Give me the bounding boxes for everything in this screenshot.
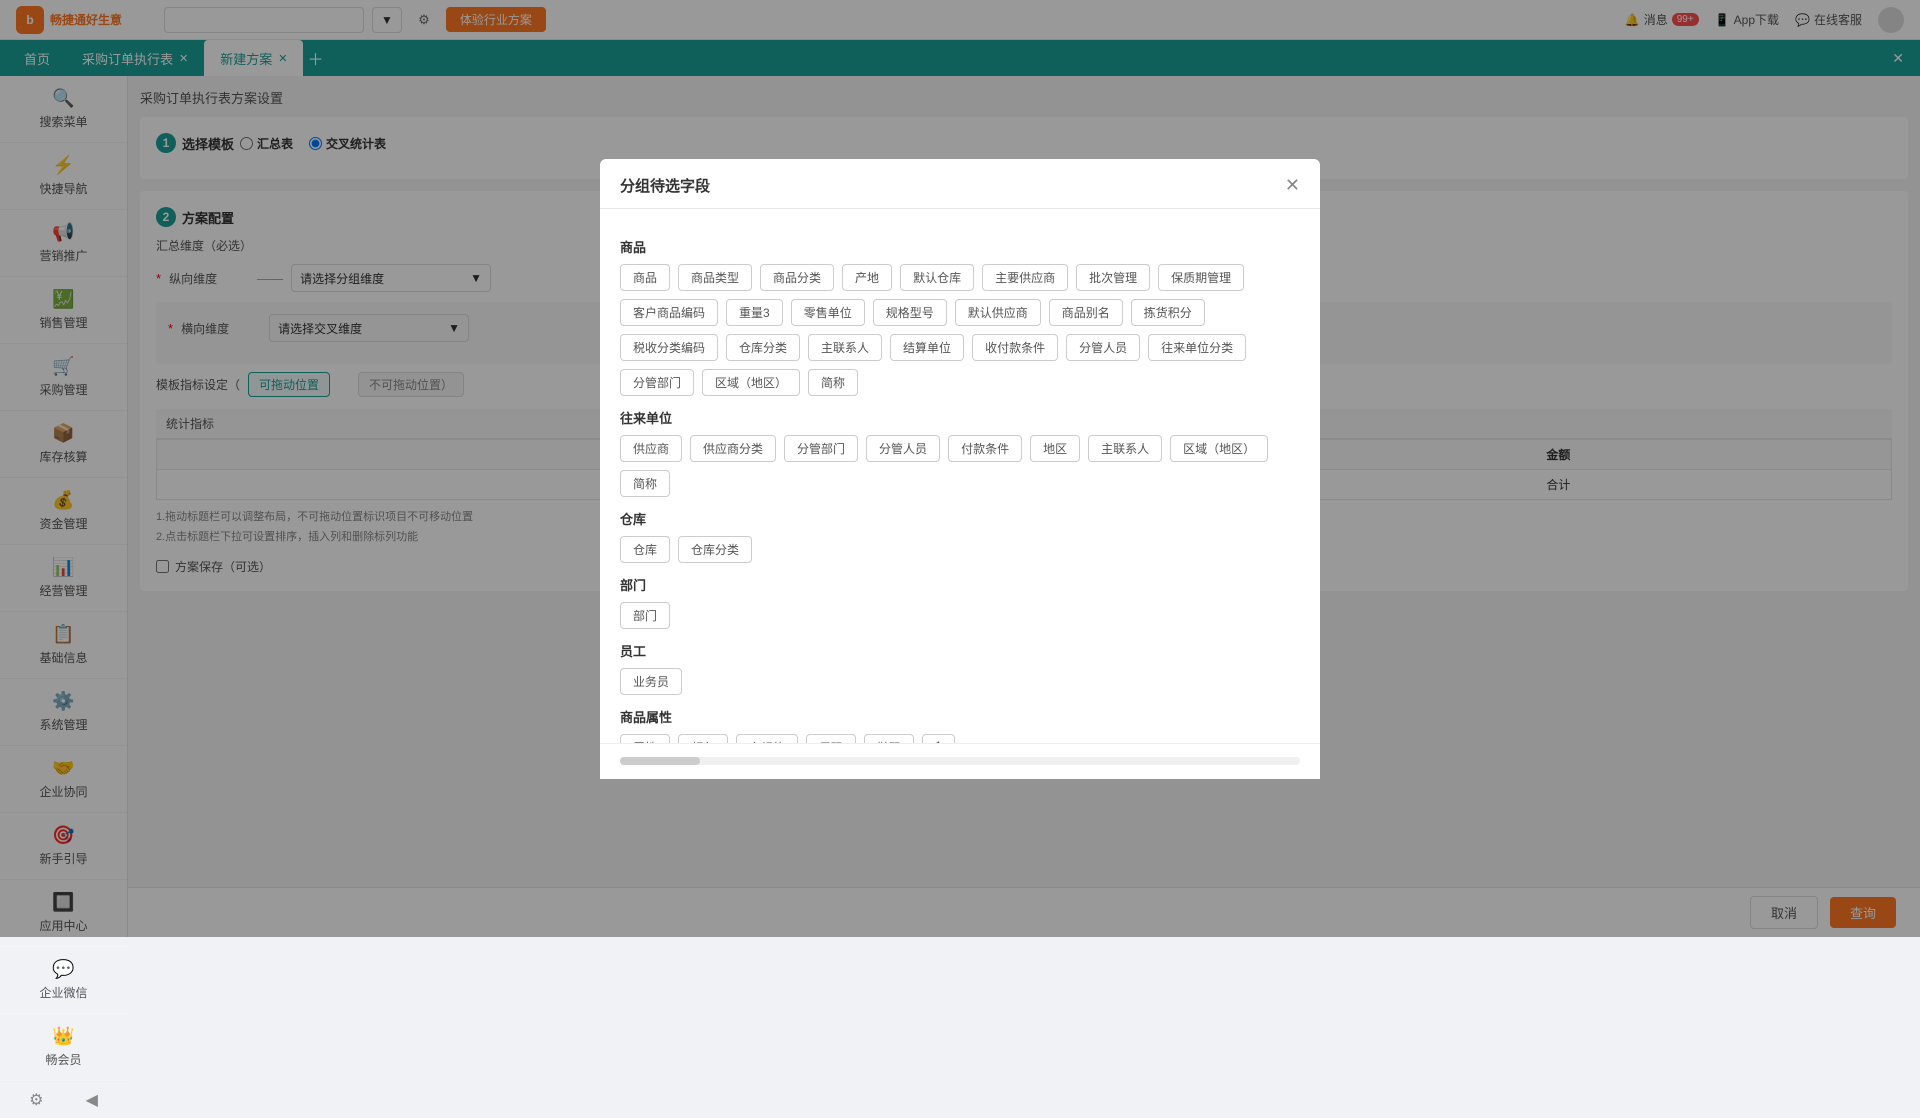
- field-manager-staff[interactable]: 分管人员: [1066, 334, 1140, 361]
- section-title-goods: 商品: [620, 237, 1300, 256]
- modal-close-button[interactable]: ✕: [1285, 175, 1300, 196]
- field-main-contact[interactable]: 主联系人: [808, 334, 882, 361]
- modal-footer-scrollbar[interactable]: [600, 743, 1320, 778]
- field-salesperson[interactable]: 业务员: [620, 668, 682, 695]
- field-payment-terms[interactable]: 收付款条件: [972, 334, 1058, 361]
- section-title-partner: 往来单位: [620, 408, 1300, 427]
- horizontal-scrollbar-thumb: [620, 757, 700, 765]
- field-default-warehouse[interactable]: 默认仓库: [900, 264, 974, 291]
- field-dept-partner[interactable]: 分管部门: [784, 435, 858, 462]
- modal-body[interactable]: 商品 商品 商品类型 商品分类 产地 默认仓库 主要供应商 批次管理 保质期管理…: [600, 209, 1320, 744]
- modal-overlay: 分组待选字段 ✕ 商品 商品 商品类型 商品分类 产地 默认仓库 主要供应商 批…: [0, 0, 1920, 937]
- field-batch-management[interactable]: 批次管理: [1076, 264, 1150, 291]
- modal-header: 分组待选字段 ✕: [600, 159, 1320, 209]
- field-spec-model[interactable]: 规格型号: [873, 299, 947, 326]
- sidebar-item-wechat-label: 企业微信: [39, 984, 87, 1001]
- section-title-dept: 部门: [620, 575, 1300, 594]
- field-abbr-goods[interactable]: 简称: [808, 369, 858, 396]
- field-customer-goods-code[interactable]: 客户商品编码: [620, 299, 718, 326]
- sidebar-collapse-icon[interactable]: ◀: [86, 1090, 98, 1110]
- field-region-partner[interactable]: 区域（地区）: [1170, 435, 1268, 462]
- field-color[interactable]: 颜色: [678, 734, 728, 744]
- sidebar-item-wechat[interactable]: 💬 企业微信: [0, 947, 127, 1014]
- field-attr[interactable]: 属性: [620, 734, 670, 744]
- sidebar-item-member[interactable]: 👑 畅会员: [0, 1014, 127, 1081]
- field-settlement-unit[interactable]: 结算单位: [890, 334, 964, 361]
- warehouse-fields: 仓库 仓库分类: [620, 536, 1300, 563]
- field-goods[interactable]: 商品: [620, 264, 670, 291]
- field-goods-category[interactable]: 商品分类: [760, 264, 834, 291]
- section-title-warehouse: 仓库: [620, 509, 1300, 528]
- wechat-icon: 💬: [52, 959, 74, 980]
- field-warehouse-category[interactable]: 仓库分类: [726, 334, 800, 361]
- field-payment-cond[interactable]: 付款条件: [948, 435, 1022, 462]
- field-main-contact-partner[interactable]: 主联系人: [1088, 435, 1162, 462]
- field-partner-category[interactable]: 往来单位分类: [1148, 334, 1246, 361]
- field-dept[interactable]: 部门: [620, 602, 670, 629]
- goods-attr-fields: 属性 颜色 多规格 尺码 鞋码 1: [620, 734, 1300, 744]
- field-expiry-management[interactable]: 保质期管理: [1158, 264, 1244, 291]
- field-supplier[interactable]: 供应商: [620, 435, 682, 462]
- sidebar-settings-icon[interactable]: ⚙: [29, 1090, 43, 1110]
- field-shoe-size[interactable]: 鞋码: [864, 734, 914, 744]
- field-goods-type[interactable]: 商品类型: [678, 264, 752, 291]
- staff-fields: 业务员: [620, 668, 1300, 695]
- field-warehouse-cat[interactable]: 仓库分类: [678, 536, 752, 563]
- field-origin[interactable]: 产地: [842, 264, 892, 291]
- modal-dialog: 分组待选字段 ✕ 商品 商品 商品类型 商品分类 产地 默认仓库 主要供应商 批…: [600, 159, 1320, 779]
- partner-fields: 供应商 供应商分类 分管部门 分管人员 付款条件 地区 主联系人 区域（地区） …: [620, 435, 1300, 497]
- member-icon: 👑: [52, 1026, 74, 1047]
- field-weight3[interactable]: 重量3: [726, 299, 783, 326]
- sidebar-item-member-label: 畅会员: [45, 1051, 81, 1068]
- horizontal-scrollbar[interactable]: [620, 757, 1300, 765]
- field-warehouse[interactable]: 仓库: [620, 536, 670, 563]
- field-main-supplier[interactable]: 主要供应商: [982, 264, 1068, 291]
- field-retail-unit[interactable]: 零售单位: [791, 299, 865, 326]
- field-manage-dept[interactable]: 分管部门: [620, 369, 694, 396]
- field-default-supplier[interactable]: 默认供应商: [955, 299, 1041, 326]
- sidebar-bottom: ⚙ ◀: [0, 1081, 127, 1118]
- section-title-staff: 员工: [620, 641, 1300, 660]
- field-pick-points[interactable]: 拣货积分: [1131, 299, 1205, 326]
- goods-fields: 商品 商品类型 商品分类 产地 默认仓库 主要供应商 批次管理 保质期管理 客户…: [620, 264, 1300, 396]
- field-multi-spec[interactable]: 多规格: [736, 734, 798, 744]
- field-attr-1[interactable]: 1: [922, 734, 955, 744]
- field-size[interactable]: 尺码: [806, 734, 856, 744]
- modal-title: 分组待选字段: [620, 175, 710, 196]
- field-abbr-partner[interactable]: 简称: [620, 470, 670, 497]
- field-supplier-category[interactable]: 供应商分类: [690, 435, 776, 462]
- field-area[interactable]: 地区: [1030, 435, 1080, 462]
- section-title-goods-attr: 商品属性: [620, 707, 1300, 726]
- dept-fields: 部门: [620, 602, 1300, 629]
- field-tax-category-code[interactable]: 税收分类编码: [620, 334, 718, 361]
- field-staff-partner[interactable]: 分管人员: [866, 435, 940, 462]
- field-region-goods[interactable]: 区域（地区）: [702, 369, 800, 396]
- field-goods-alias[interactable]: 商品别名: [1049, 299, 1123, 326]
